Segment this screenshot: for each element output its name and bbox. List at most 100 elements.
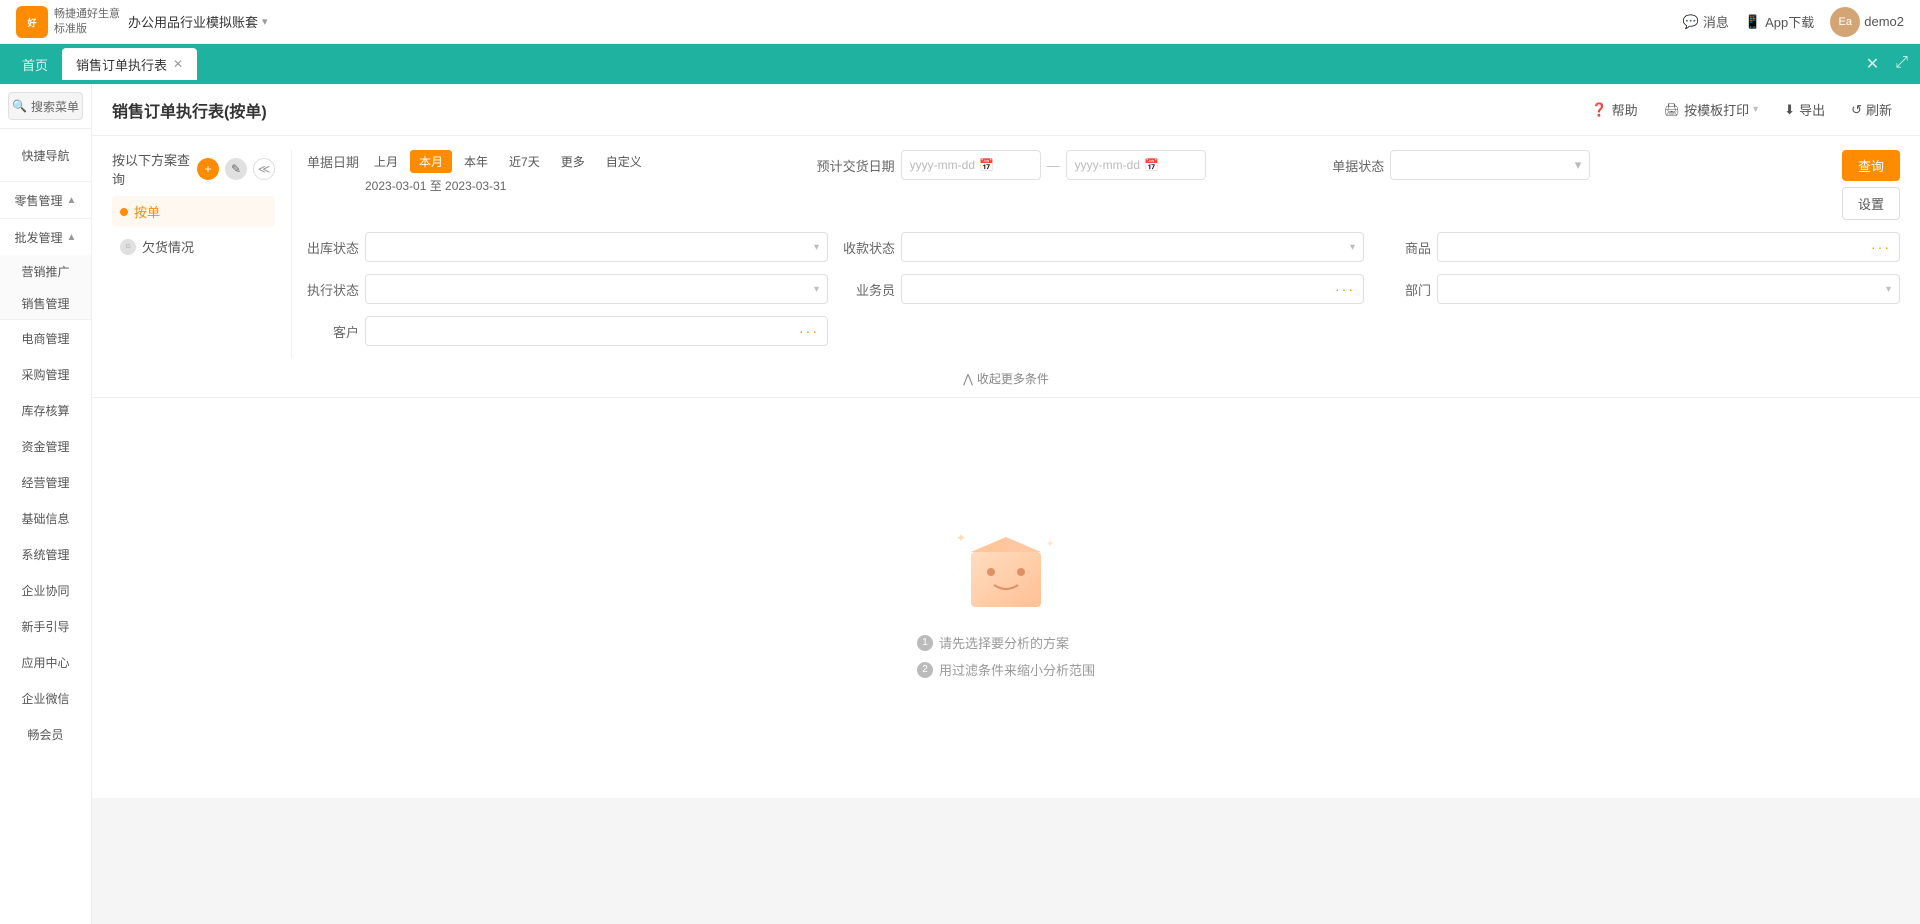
print-btn[interactable]: 🖨 按模板打印 ▾: [1656, 96, 1767, 123]
date-btn-more[interactable]: 更多: [552, 150, 594, 173]
tab-expand-icon[interactable]: ⤢: [1891, 52, 1912, 76]
user-profile[interactable]: Ea demo2: [1830, 7, 1904, 37]
sidebar-item-guide[interactable]: 新手引导: [0, 608, 91, 644]
app-center-label: 应用中心: [21, 654, 69, 671]
search-btn[interactable]: 查询: [1842, 150, 1900, 181]
sidebar-search-area: 🔍 搜索菜单: [0, 84, 91, 129]
sidebar-item-wechat[interactable]: 企业微信: [0, 680, 91, 716]
app-download-btn[interactable]: 📱 App下载: [1745, 12, 1814, 31]
sidebar-item-wholesale[interactable]: 批发管理 ▲: [0, 219, 91, 255]
logo-area[interactable]: 好 畅捷通好生意 标准版: [16, 6, 120, 38]
tab-home-label: 首页: [22, 55, 48, 74]
calendar-end-icon: 📅: [1144, 158, 1159, 172]
scheme-label: 按以下方案查询: [112, 150, 197, 188]
sidebar-item-retail[interactable]: 零售管理 ▲: [0, 182, 91, 218]
date-btn-this-month[interactable]: 本月: [410, 150, 452, 173]
sidebar-subitem-sales-mgmt[interactable]: 销售管理: [0, 287, 91, 319]
sidebar-item-system[interactable]: 系统管理: [0, 536, 91, 572]
app-download-label: App下载: [1765, 12, 1814, 31]
tab-home[interactable]: 首页: [8, 48, 62, 80]
customer-field: 客户 ···: [304, 316, 828, 346]
quick-nav-label: 快捷导航: [21, 147, 69, 164]
date-btn-this-year[interactable]: 本年: [455, 150, 497, 173]
print-label: 按模板打印: [1684, 100, 1749, 119]
sidebar-search-label: 搜索菜单: [31, 98, 79, 115]
filter-row-4: 客户 ···: [304, 316, 1900, 346]
payment-status-field: 收款状态 ▾: [840, 232, 1364, 262]
purchase-label: 采购管理: [21, 366, 69, 383]
scheme-collapse-btn[interactable]: ≪: [253, 158, 275, 180]
refresh-btn[interactable]: ↺ 刷新: [1843, 96, 1900, 123]
help-btn[interactable]: ❓ 帮助: [1583, 96, 1645, 123]
collapse-label: 收起更多条件: [977, 370, 1049, 387]
page-title: 销售订单执行表(按单): [112, 98, 267, 134]
retail-label: 零售管理: [15, 192, 63, 209]
message-btn[interactable]: 💬 消息: [1683, 12, 1729, 31]
collapse-btn[interactable]: ⋀ 收起更多条件: [92, 370, 1920, 397]
sidebar-item-purchase[interactable]: 采购管理: [0, 356, 91, 392]
wechat-label: 企业微信: [21, 690, 69, 707]
search-icon: 🔍: [12, 99, 27, 113]
content-area: 销售订单执行表(按单) ❓ 帮助 🖨 按模板打印 ▾ ⬇ 导出 ↺ 刷新: [92, 84, 1920, 924]
sidebar-search-btn[interactable]: 🔍 搜索菜单: [8, 92, 83, 120]
product-input[interactable]: ···: [1437, 232, 1900, 262]
debt-label: 欠货情况: [142, 237, 194, 256]
main-layout: 🔍 搜索菜单 快捷导航 零售管理 ▲ 批发管理 ▲ 营销推广 销售管理: [0, 84, 1920, 924]
breadcrumb-text: 办公用品行业模拟账套: [128, 12, 258, 31]
svg-text:✦: ✦: [1046, 539, 1054, 550]
finance-label: 资金管理: [21, 438, 69, 455]
member-label: 畅会员: [27, 726, 63, 743]
settings-btn[interactable]: 设置: [1842, 187, 1900, 220]
sidebar-item-quick-nav[interactable]: 快捷导航: [0, 137, 91, 173]
wholesale-arrow-icon: ▲: [67, 232, 77, 243]
expected-date-end-input[interactable]: yyyy-mm-dd 📅: [1066, 150, 1206, 180]
payment-status-select[interactable]: ▾: [901, 232, 1364, 262]
export-label: 导出: [1799, 100, 1825, 119]
date-btn-7days[interactable]: 近7天: [500, 150, 549, 173]
scheme-item-按单[interactable]: 按单: [112, 196, 275, 227]
sidebar-item-enterprise[interactable]: 企业协同: [0, 572, 91, 608]
product-field: 商品 ···: [1376, 232, 1900, 262]
sidebar-item-app-center[interactable]: 应用中心: [0, 644, 91, 680]
tab-sales-order[interactable]: 销售订单执行表 ✕: [62, 48, 197, 80]
date-btn-last-month[interactable]: 上月: [365, 150, 407, 173]
tab-close-icon[interactable]: ✕: [173, 57, 183, 71]
top-header: 好 畅捷通好生意 标准版 办公用品行业模拟账套 ▾ 💬 消息 📱 App下载 E…: [0, 0, 1920, 44]
sidebar-item-basic-info[interactable]: 基础信息: [0, 500, 91, 536]
svg-text:好: 好: [26, 17, 36, 28]
sidebar-item-ecommerce[interactable]: 电商管理: [0, 320, 91, 356]
tip-text-1: 请先选择要分析的方案: [939, 633, 1069, 652]
user-avatar: Ea: [1830, 7, 1860, 37]
breadcrumb[interactable]: 办公用品行业模拟账套 ▾: [128, 12, 268, 31]
print-arrow-icon: ▾: [1753, 104, 1758, 115]
exec-status-arrow-icon: ▾: [814, 284, 819, 295]
sidebar-item-operations[interactable]: 经营管理: [0, 464, 91, 500]
status-label: 单据状态: [1329, 156, 1384, 175]
filter-main-row: 按以下方案查询 + ✎ ≪ 按单 ○ 欠货情况: [92, 136, 1920, 358]
message-label: 消息: [1703, 12, 1729, 31]
header-right: 💬 消息 📱 App下载 Ea demo2: [1683, 7, 1904, 37]
scheme-edit-btn[interactable]: ✎: [225, 158, 247, 180]
date-btn-custom[interactable]: 自定义: [597, 150, 651, 173]
salesman-input[interactable]: ···: [901, 274, 1364, 304]
out-status-select[interactable]: ▾: [365, 232, 828, 262]
export-btn[interactable]: ⬇ 导出: [1776, 96, 1833, 123]
sidebar-group-wholesale: 批发管理 ▲ 营销推广 销售管理: [0, 219, 91, 320]
status-select[interactable]: ▾: [1390, 150, 1590, 180]
expected-date-start-input[interactable]: yyyy-mm-dd 📅: [901, 150, 1041, 180]
date-sep: —: [1047, 158, 1060, 173]
page-header: 销售订单执行表(按单) ❓ 帮助 🖨 按模板打印 ▾ ⬇ 导出 ↺ 刷新: [92, 84, 1920, 136]
sidebar-item-member[interactable]: 畅会员: [0, 716, 91, 752]
scheme-item-debt[interactable]: ○ 欠货情况: [112, 231, 275, 262]
customer-input[interactable]: ···: [365, 316, 828, 346]
dept-select[interactable]: ▾: [1437, 274, 1900, 304]
tab-close-window-icon[interactable]: ✕: [1862, 52, 1883, 76]
sidebar-item-inventory[interactable]: 库存核算: [0, 392, 91, 428]
logo-icon: 好: [16, 6, 48, 38]
scheme-name: 按单: [134, 202, 160, 221]
scheme-add-btn[interactable]: +: [197, 158, 219, 180]
sidebar-quick-nav: 快捷导航: [0, 129, 91, 182]
sidebar-subitem-marketing[interactable]: 营销推广: [0, 255, 91, 287]
sidebar-item-finance[interactable]: 资金管理: [0, 428, 91, 464]
exec-status-select[interactable]: ▾: [365, 274, 828, 304]
